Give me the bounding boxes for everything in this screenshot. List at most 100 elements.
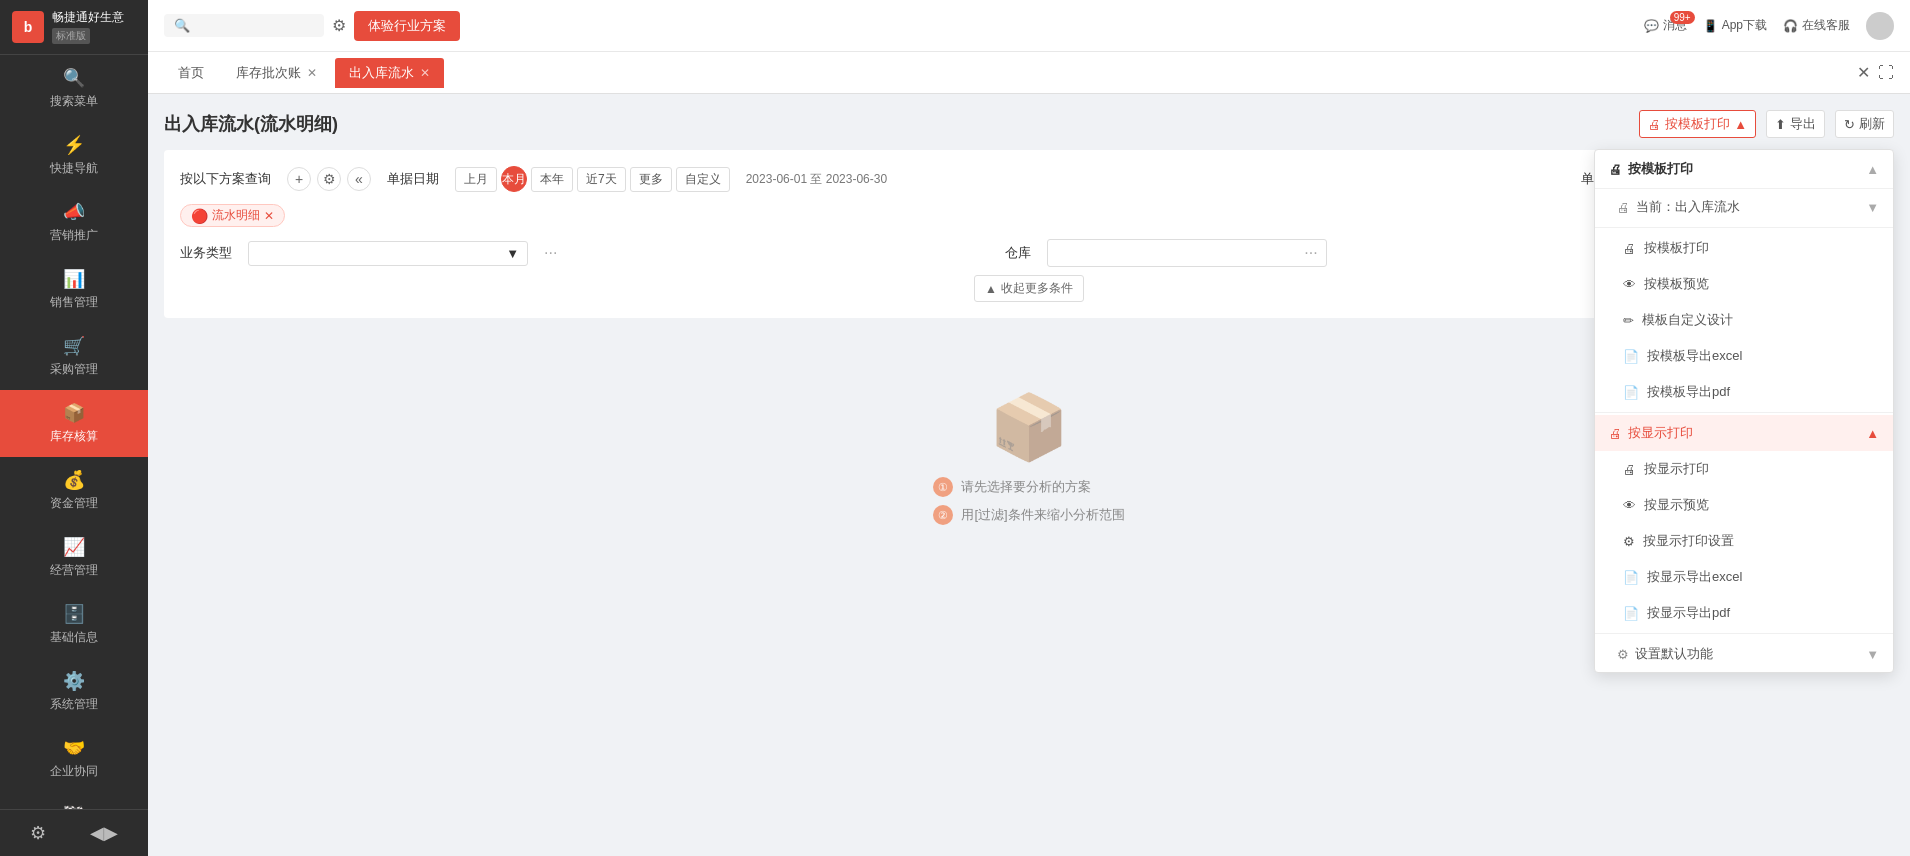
sidebar-item-sales[interactable]: 📊 销售管理 <box>0 256 148 323</box>
dp-template-print[interactable]: 🖨 按模板打印 <box>1595 230 1893 266</box>
sidebar-item-label-finance: 资金管理 <box>50 495 98 512</box>
dp-display-settings-icon: ⚙ <box>1623 534 1635 549</box>
export-label: 导出 <box>1790 115 1816 133</box>
tab-flow[interactable]: 出入库流水 ✕ <box>335 58 444 88</box>
maximize-btn[interactable]: ⛶ <box>1878 64 1894 82</box>
date-current-year[interactable]: 本年 <box>531 167 573 192</box>
export-icon: ⬆ <box>1775 117 1786 132</box>
online-service-item[interactable]: 🎧 在线客服 <box>1783 17 1850 34</box>
tab-home[interactable]: 首页 <box>164 58 218 88</box>
dp-display-print-icon: 🖨 <box>1623 462 1636 477</box>
sidebar-item-search[interactable]: 🔍 搜索菜单 <box>0 55 148 122</box>
sidebar-item-operation[interactable]: 📈 经营管理 <box>0 524 148 591</box>
sidebar-item-finance[interactable]: 💰 资金管理 <box>0 457 148 524</box>
user-avatar[interactable] <box>1866 12 1894 40</box>
date-current-month[interactable]: 本月 <box>501 166 527 192</box>
topbar-left: 🔍 ⚙ 体验行业方案 <box>164 11 460 41</box>
restore-btn[interactable]: ✕ <box>1857 63 1870 82</box>
dp-template-pdf[interactable]: 📄 按模板导出pdf <box>1595 374 1893 410</box>
refresh-btn[interactable]: ↻ 刷新 <box>1835 110 1894 138</box>
dp-current-section[interactable]: 🖨 当前：出入库流水 ▼ <box>1595 189 1893 225</box>
topbar-right: 💬 消息 99+ 📱 App下载 🎧 在线客服 <box>1644 12 1894 40</box>
filter-tag-item[interactable]: 🔴 流水明细 ✕ <box>180 204 285 227</box>
sidebar-item-label-collab: 企业协同 <box>50 763 98 780</box>
biz-type-more-btn[interactable]: ··· <box>544 244 557 262</box>
warehouse-input[interactable] <box>1056 246 1305 260</box>
tab-flow-close[interactable]: ✕ <box>420 66 430 80</box>
notification-icon: 💬 <box>1644 19 1659 33</box>
notification-item[interactable]: 💬 消息 99+ <box>1644 17 1687 34</box>
dp-display-pdf[interactable]: 📄 按显示导出pdf <box>1595 595 1893 631</box>
dp-template-pdf-label: 按模板导出pdf <box>1647 383 1730 401</box>
dp-display-preview-label: 按显示预览 <box>1644 496 1709 514</box>
sidebar-item-system[interactable]: ⚙️ 系统管理 <box>0 658 148 725</box>
filter-add-btn[interactable]: + <box>287 167 311 191</box>
refresh-icon: ↻ <box>1844 117 1855 132</box>
dp-set-default[interactable]: ⚙ 设置默认功能 ▼ <box>1595 636 1893 672</box>
sidebar-menu: 🔍 搜索菜单 ⚡ 快捷导航 📣 营销推广 📊 销售管理 🛒 采购管理 📦 库存核… <box>0 55 148 809</box>
collapse-more-btn[interactable]: ▲ 收起更多条件 <box>974 275 1084 302</box>
step-2-num: ② <box>933 505 953 525</box>
export-btn[interactable]: ⬆ 导出 <box>1766 110 1825 138</box>
sidebar-item-guide[interactable]: 🏁 新手引导 <box>0 792 148 809</box>
dp-template-custom[interactable]: ✏ 模板自定义设计 <box>1595 302 1893 338</box>
filter-gear-btn[interactable]: ⚙ <box>317 167 341 191</box>
topbar-gear-icon[interactable]: ⚙ <box>332 16 346 35</box>
dp-display-print[interactable]: 🖨 按显示打印 <box>1595 451 1893 487</box>
marketing-icon: 📣 <box>63 201 85 223</box>
sidebar-item-basic[interactable]: 🗄️ 基础信息 <box>0 591 148 658</box>
sidebar-item-collab[interactable]: 🤝 企业协同 <box>0 725 148 792</box>
date-more[interactable]: 更多 <box>630 167 672 192</box>
dp-display-pdf-label: 按显示导出pdf <box>1647 604 1730 622</box>
logo-tag: 标准版 <box>52 28 90 44</box>
finance-icon: 💰 <box>63 469 85 491</box>
sidebar-item-purchase[interactable]: 🛒 采购管理 <box>0 323 148 390</box>
tabs-bar: 首页 库存批次账 ✕ 出入库流水 ✕ ✕ ⛶ <box>148 52 1910 94</box>
system-icon: ⚙️ <box>63 670 85 692</box>
dp-template-custom-icon: ✏ <box>1623 313 1634 328</box>
dp-set-default-icon: ⚙ <box>1617 647 1629 662</box>
warehouse-more-btn[interactable]: ··· <box>1304 244 1317 262</box>
biz-type-input-wrap[interactable]: ▼ <box>248 241 528 266</box>
dp-display-preview[interactable]: 👁 按显示预览 <box>1595 487 1893 523</box>
sidebar-item-inventory[interactable]: 📦 库存核算 <box>0 390 148 457</box>
page-title: 出入库流水(流水明细) <box>164 112 338 136</box>
warehouse-input-wrap[interactable]: ··· <box>1047 239 1327 267</box>
date-last-month[interactable]: 上月 <box>455 167 497 192</box>
inventory-icon: 📦 <box>63 402 85 424</box>
dp-template-excel-label: 按模板导出excel <box>1647 347 1742 365</box>
sidebar-item-marketing[interactable]: 📣 营销推广 <box>0 189 148 256</box>
dp-display-section[interactable]: 🖨 按显示打印 ▲ <box>1595 415 1893 451</box>
collapse-icon[interactable]: ◀▶ <box>90 822 118 844</box>
tab-batch[interactable]: 库存批次账 ✕ <box>222 58 331 88</box>
dp-display-print-settings[interactable]: ⚙ 按显示打印设置 <box>1595 523 1893 559</box>
biz-type-input[interactable] <box>257 246 506 260</box>
tag-icon: 🔴 <box>191 208 208 224</box>
app-download-item[interactable]: 📱 App下载 <box>1703 17 1767 34</box>
tab-batch-close[interactable]: ✕ <box>307 66 317 80</box>
dp-collapse-btn[interactable]: ▲ <box>1866 162 1879 177</box>
sidebar: b 畅捷通好生意 标准版 🔍 搜索菜单 ⚡ 快捷导航 📣 营销推广 📊 销售管理… <box>0 0 148 856</box>
print-template-btn[interactable]: 🖨 按模板打印 ▲ <box>1639 110 1756 138</box>
biz-type-label: 业务类型 <box>180 244 232 262</box>
topbar-search[interactable]: 🔍 <box>164 14 324 37</box>
date-last7days[interactable]: 近7天 <box>577 167 626 192</box>
tag-close-icon[interactable]: ✕ <box>264 209 274 223</box>
search-input[interactable] <box>196 19 296 33</box>
sidebar-item-shortcut[interactable]: ⚡ 快捷导航 <box>0 122 148 189</box>
dp-template-excel[interactable]: 📄 按模板导出excel <box>1595 338 1893 374</box>
empty-step-2: ② 用[过滤]条件来缩小分析范围 <box>933 505 1124 525</box>
tab-home-label: 首页 <box>178 64 204 82</box>
dp-template-preview-icon: 👁 <box>1623 277 1636 292</box>
notification-badge: 99+ <box>1670 11 1695 24</box>
operation-icon: 📈 <box>63 536 85 558</box>
sidebar-item-label-search: 搜索菜单 <box>50 93 98 110</box>
page-header: 出入库流水(流水明细) 🖨 按模板打印 ▲ ⬆ 导出 ↻ 刷新 <box>164 110 1894 138</box>
topbar: 🔍 ⚙ 体验行业方案 💬 消息 99+ 📱 App下载 🎧 在线客服 <box>148 0 1910 52</box>
dp-template-preview[interactable]: 👁 按模板预览 <box>1595 266 1893 302</box>
settings-icon[interactable]: ⚙ <box>30 822 46 844</box>
dp-display-excel[interactable]: 📄 按显示导出excel <box>1595 559 1893 595</box>
filter-collapse-btn[interactable]: « <box>347 167 371 191</box>
date-custom[interactable]: 自定义 <box>676 167 730 192</box>
industry-btn[interactable]: 体验行业方案 <box>354 11 460 41</box>
